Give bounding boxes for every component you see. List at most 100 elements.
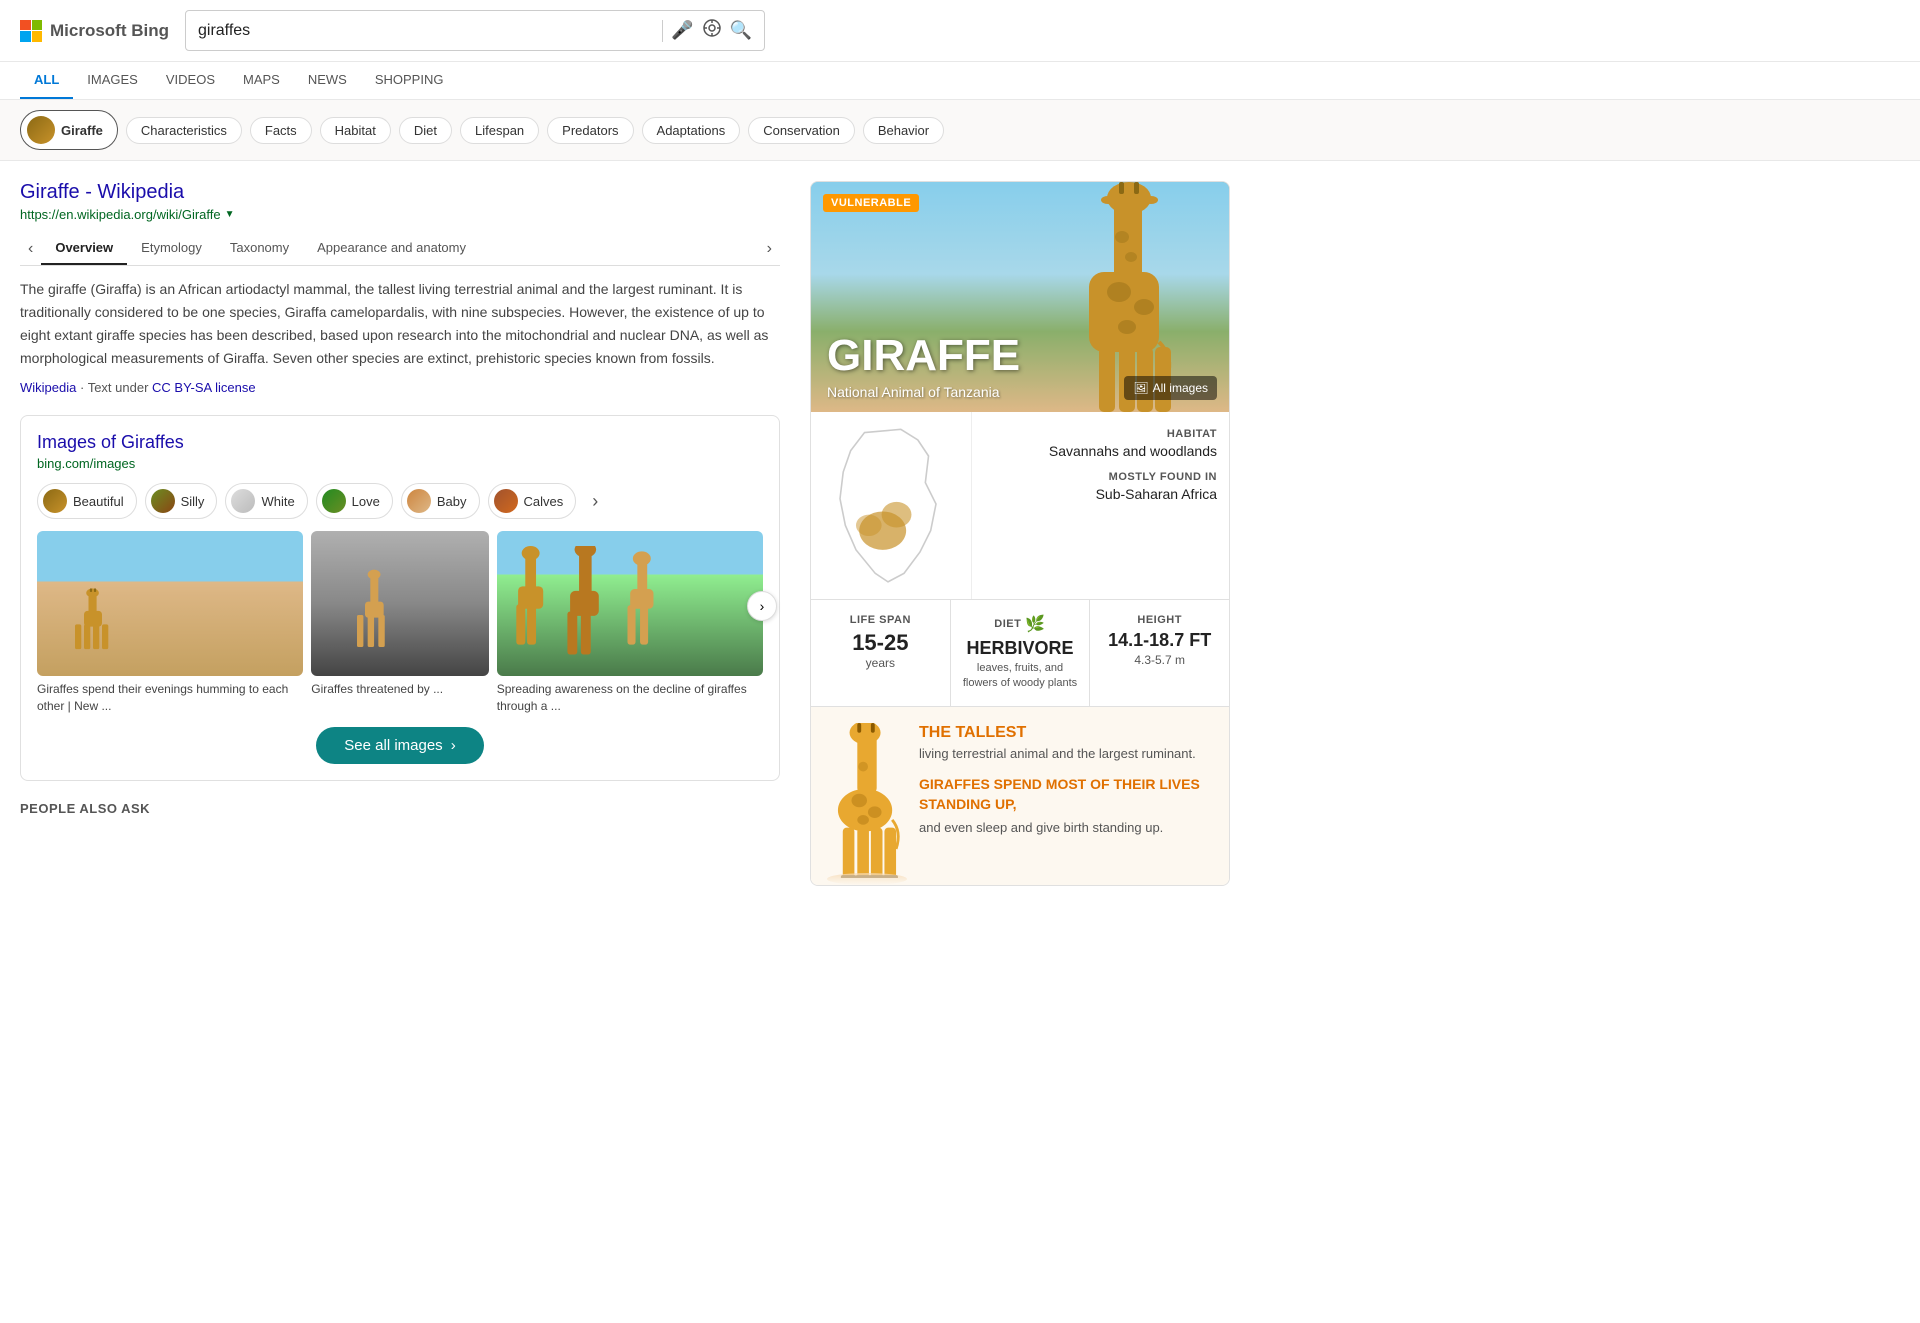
wikipedia-source-link[interactable]: Wikipedia	[20, 380, 76, 395]
right-column: VULNERABLE GIRAFFE National Animal of Ta…	[810, 181, 1230, 886]
topic-chip-predators[interactable]: Predators	[547, 117, 633, 144]
search-input[interactable]	[198, 22, 654, 40]
knowledge-panel: VULNERABLE GIRAFFE National Animal of Ta…	[810, 181, 1230, 886]
search-divider	[662, 20, 663, 42]
topic-chip-behavior[interactable]: Behavior	[863, 117, 944, 144]
header: Microsoft Bing 🎤 🔍	[0, 0, 1920, 62]
logo[interactable]: Microsoft Bing	[20, 20, 169, 42]
image-grid-next-btn[interactable]: ›	[747, 591, 777, 621]
mic-icon[interactable]: 🎤	[671, 20, 693, 41]
topic-chip-facts-label: Facts	[265, 123, 297, 138]
stats-row: LIFE SPAN 15-25 years DIET 🌿 HERBIVORE l…	[811, 600, 1229, 707]
wikipedia-body: The giraffe (Giraffa) is an African arti…	[20, 278, 780, 370]
chip-white-avatar	[231, 489, 255, 513]
see-all-images-btn[interactable]: See all images ›	[316, 727, 483, 764]
url-dropdown-icon[interactable]: ▼	[225, 209, 235, 220]
topic-chip-giraffe[interactable]: Giraffe	[20, 110, 118, 150]
topic-chip-characteristics[interactable]: Characteristics	[126, 117, 242, 144]
all-images-btn[interactable]: 🖼 All images	[1124, 376, 1217, 400]
chip-silly-label: Silly	[181, 494, 205, 509]
wikipedia-url[interactable]: https://en.wikipedia.org/wiki/Giraffe	[20, 207, 221, 222]
images-title[interactable]: Images of Giraffes	[37, 432, 763, 453]
topic-chip-habitat[interactable]: Habitat	[320, 117, 391, 144]
wiki-tab-etymology[interactable]: Etymology	[127, 232, 216, 265]
logo-text: Microsoft Bing	[50, 21, 169, 41]
habitat-value: Savannahs and woodlands	[984, 443, 1217, 459]
topic-chip-conservation[interactable]: Conservation	[748, 117, 855, 144]
nav-tabs: ALL IMAGES VIDEOS MAPS NEWS SHOPPING	[0, 62, 1920, 100]
chip-love-label: Love	[352, 494, 380, 509]
search-button-icon[interactable]: 🔍	[730, 20, 752, 41]
topic-chip-diet[interactable]: Diet	[399, 117, 452, 144]
topic-chip-lifespan[interactable]: Lifespan	[460, 117, 539, 144]
giraffe-image-1-svg	[57, 566, 147, 676]
giraffe-avatar	[27, 116, 55, 144]
chip-calves[interactable]: Calves	[488, 483, 577, 519]
nav-tab-images[interactable]: IMAGES	[73, 62, 152, 99]
wiki-prev-btn[interactable]: ‹	[20, 234, 41, 264]
diet-value: HERBIVORE	[963, 638, 1078, 659]
nav-tab-videos[interactable]: VIDEOS	[152, 62, 229, 99]
chip-beautiful-label: Beautiful	[73, 494, 124, 509]
nav-tab-all[interactable]: ALL	[20, 62, 73, 99]
wiki-tab-appearance[interactable]: Appearance and anatomy	[303, 232, 480, 265]
search-bar: 🎤 🔍	[185, 10, 765, 51]
fun-fact-giraffe-svg	[827, 723, 907, 878]
all-images-label: All images	[1153, 381, 1208, 395]
topic-chip-behavior-label: Behavior	[878, 123, 929, 138]
see-all-label: See all images	[344, 737, 442, 754]
height-value: 14.1-18.7 FT	[1102, 630, 1217, 651]
diet-label-text: DIET	[994, 618, 1021, 630]
topic-bar: Giraffe Characteristics Facts Habitat Di…	[0, 100, 1920, 161]
image-item-2[interactable]: Giraffes threatened by ...	[311, 531, 489, 698]
cc-license-link[interactable]: CC BY-SA license	[152, 380, 256, 395]
hero-image-area: VULNERABLE GIRAFFE National Animal of Ta…	[811, 182, 1229, 412]
chip-calves-label: Calves	[524, 494, 564, 509]
wikipedia-link[interactable]: Giraffe - Wikipedia	[20, 181, 184, 203]
image-placeholder-3	[497, 531, 763, 676]
fun-fact-giraffe-area	[811, 707, 911, 885]
hero-subtitle: National Animal of Tanzania	[827, 384, 1000, 400]
wiki-next-btn[interactable]: ›	[759, 234, 780, 264]
chip-white[interactable]: White	[225, 483, 307, 519]
image-chips-row: Beautiful Silly White Love Baby	[37, 483, 763, 519]
wiki-tabs: ‹ Overview Etymology Taxonomy Appearance…	[20, 232, 780, 266]
nav-tab-news[interactable]: NEWS	[294, 62, 361, 99]
nav-tab-maps[interactable]: MAPS	[229, 62, 294, 99]
chip-white-label: White	[261, 494, 294, 509]
wiki-tab-taxonomy[interactable]: Taxonomy	[216, 232, 303, 265]
diet-detail: leaves, fruits, and flowers of woody pla…	[963, 661, 1078, 692]
habitat-label: HABITAT	[984, 428, 1217, 440]
image-caption-1: Giraffes spend their evenings humming to…	[37, 681, 303, 715]
hero-giraffe-title: GIRAFFE	[827, 334, 1020, 378]
chip-calves-avatar	[494, 489, 518, 513]
result-title: Giraffe - Wikipedia	[20, 181, 780, 204]
chip-silly[interactable]: Silly	[145, 483, 218, 519]
image-item-1[interactable]: Giraffes spend their evenings humming to…	[37, 531, 303, 715]
chip-love-avatar	[322, 489, 346, 513]
giraffe-image-2-svg	[341, 546, 421, 676]
wiki-license-text: · Text under	[80, 380, 152, 395]
life-span-cell: LIFE SPAN 15-25 years	[811, 600, 951, 706]
wiki-tab-overview[interactable]: Overview	[41, 232, 127, 265]
image-item-3[interactable]: Spreading awareness on the decline of gi…	[497, 531, 763, 715]
nav-tab-shopping[interactable]: SHOPPING	[361, 62, 458, 99]
paa-title: PEOPLE ALSO ASK	[20, 801, 780, 816]
habitat-map-section: HABITAT Savannahs and woodlands MOSTLY F…	[811, 412, 1229, 600]
giraffe-image-3-svg	[507, 546, 687, 676]
chip-baby[interactable]: Baby	[401, 483, 480, 519]
topic-chip-giraffe-label: Giraffe	[61, 123, 103, 138]
topic-chip-facts[interactable]: Facts	[250, 117, 312, 144]
fun-fact-section: THE TALLEST living terrestrial animal an…	[811, 707, 1229, 885]
diet-cell: DIET 🌿 HERBIVORE leaves, fruits, and flo…	[951, 600, 1091, 706]
visual-search-icon[interactable]	[702, 18, 722, 43]
mostly-found-label: MOSTLY FOUND IN	[984, 471, 1217, 483]
topic-chip-adaptations[interactable]: Adaptations	[642, 117, 741, 144]
chip-love[interactable]: Love	[316, 483, 393, 519]
height-label: HEIGHT	[1102, 614, 1217, 626]
image-caption-2: Giraffes threatened by ...	[311, 681, 489, 698]
chips-next-btn[interactable]: ›	[584, 487, 606, 516]
life-span-unit: years	[823, 656, 938, 670]
images-section: Images of Giraffes bing.com/images Beaut…	[20, 415, 780, 781]
chip-beautiful[interactable]: Beautiful	[37, 483, 137, 519]
